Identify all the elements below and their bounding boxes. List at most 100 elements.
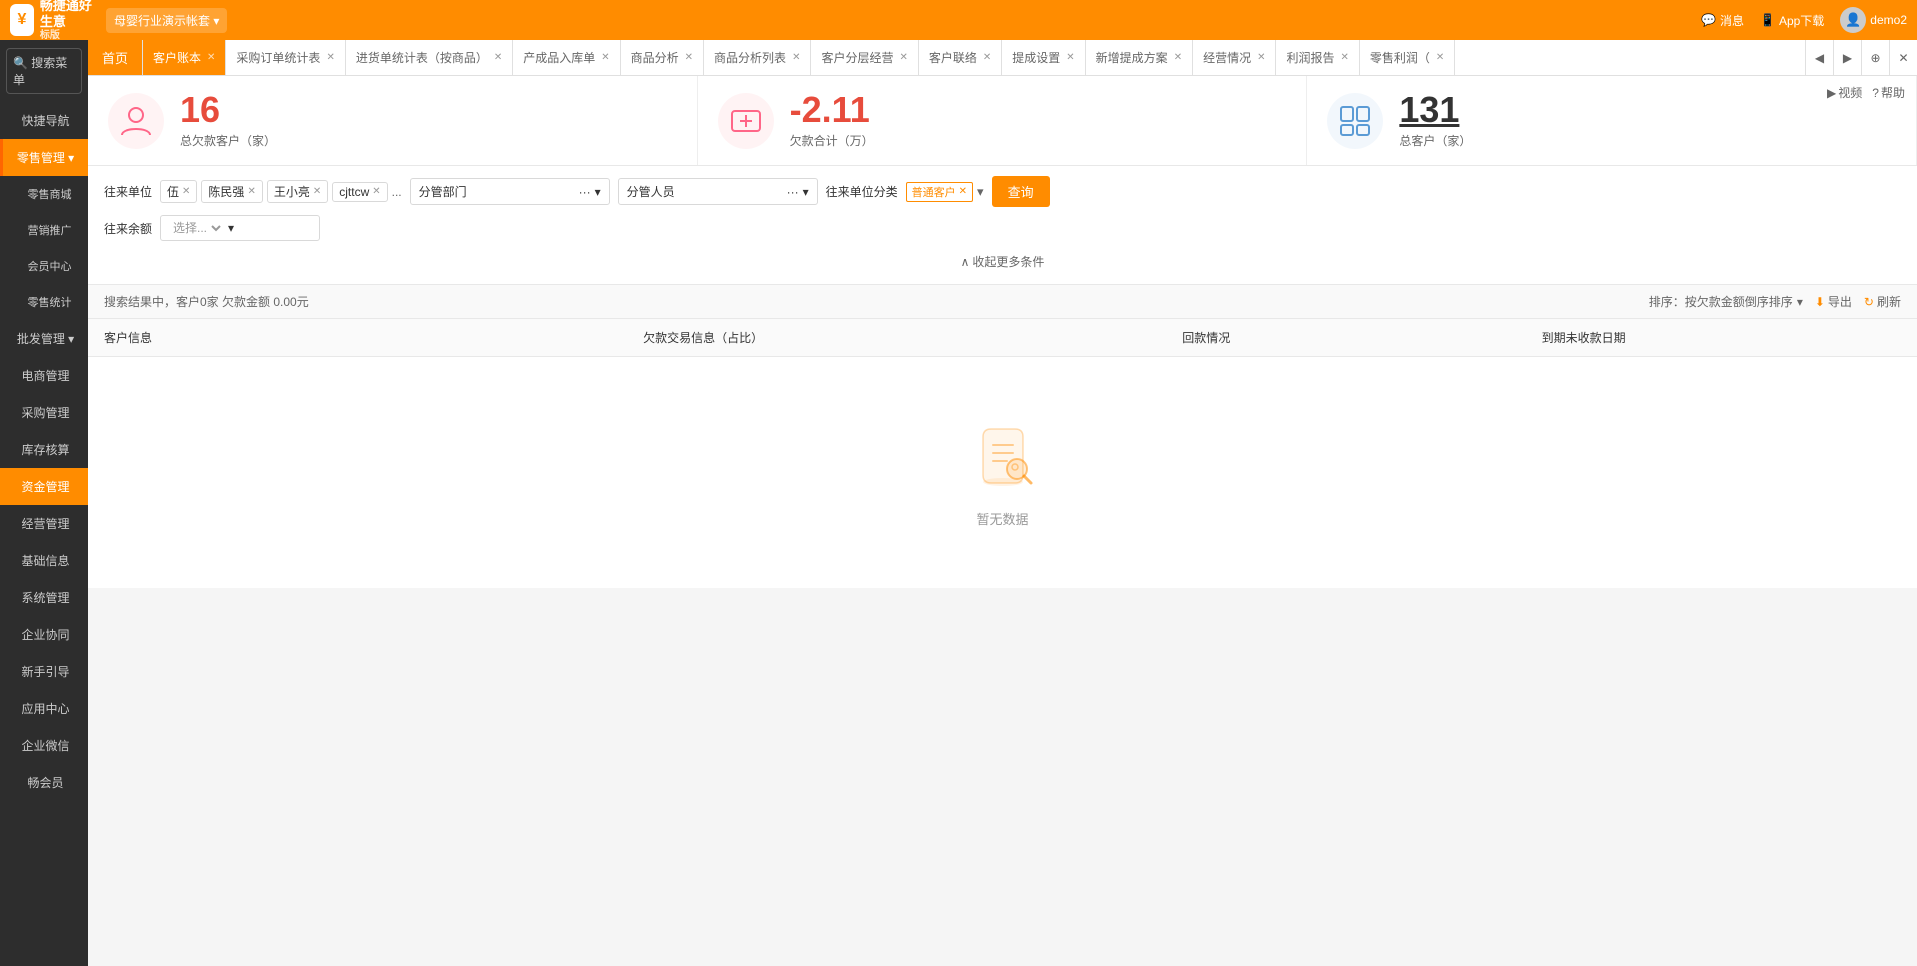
tab-close-retail-profit[interactable]: ✕ xyxy=(1436,52,1444,63)
app-title: 畅捷通好生意 xyxy=(40,0,98,30)
sidebar-item-app-center[interactable]: 应用中心 xyxy=(0,690,88,727)
sidebar-item-purchase-mgmt[interactable]: 采购管理 xyxy=(0,394,88,431)
unit-tag-wang-close[interactable]: ✕ xyxy=(313,186,321,197)
sidebar-search-btn[interactable]: 🔍 搜索菜单 xyxy=(6,48,82,94)
refresh-btn[interactable]: ↻ 刷新 xyxy=(1864,293,1901,310)
sidebar-item-system-mgmt[interactable]: 系统管理 xyxy=(0,579,88,616)
tab-stock-in-stats[interactable]: 进货单统计表（按商品） ✕ xyxy=(346,40,513,76)
sort-label: 排序：按欠款金额倒序排序 xyxy=(1649,293,1793,310)
sort-arrow-icon: ▾ xyxy=(1797,295,1803,309)
tab-close-customer-contact[interactable]: ✕ xyxy=(983,52,991,63)
sidebar-item-inventory-check[interactable]: 库存核算 xyxy=(0,431,88,468)
unit-tag-chen-close[interactable]: ✕ xyxy=(247,186,255,197)
tab-next-btn[interactable]: ▶ xyxy=(1833,40,1861,76)
tab-close-product-in[interactable]: ✕ xyxy=(601,52,609,63)
app-download-btn[interactable]: 📱 App下载 xyxy=(1760,12,1824,29)
tab-customer-contact[interactable]: 客户联络 ✕ xyxy=(919,40,1002,76)
export-btn[interactable]: ⬇ 导出 xyxy=(1815,293,1852,310)
main-layout: 🔍 搜索菜单 快捷导航 零售管理 ▾ 零售商城 营销推广 会员中心 零售统计 xyxy=(0,40,1917,966)
tab-purchase-order-stats[interactable]: 采购订单统计表 ✕ xyxy=(226,40,345,76)
total-customers-card-icon xyxy=(1327,93,1383,149)
unit-tag-cj-close[interactable]: ✕ xyxy=(372,186,380,197)
tab-close-stock-in-stats[interactable]: ✕ xyxy=(494,52,502,63)
tab-new-tip-plan[interactable]: 新增提成方案 ✕ xyxy=(1086,40,1193,76)
category-tag-normal-close[interactable]: ✕ xyxy=(959,186,967,197)
table-header: 客户信息 欠款交易信息（占比） 回款情况 到期未收款日期 xyxy=(88,319,1917,357)
sidebar-item-newbie-guide[interactable]: 新手引导 xyxy=(0,653,88,690)
sidebar-item-operations-mgmt[interactable]: 经营管理 xyxy=(0,505,88,542)
sidebar-item-basic-info[interactable]: 基础信息 xyxy=(0,542,88,579)
debtors-card-data: 16 总欠款客户（家） xyxy=(180,92,276,149)
tab-close-purchase-order-stats[interactable]: ✕ xyxy=(326,52,334,63)
collapse-btn[interactable]: ∧ 收起更多条件 xyxy=(961,253,1045,270)
person-filter[interactable]: 分管人员 ··· ▾ xyxy=(618,178,818,205)
col-debt-info: 欠款交易信息（占比） xyxy=(643,329,1182,346)
sidebar-item-vip-member[interactable]: 畅会员 xyxy=(0,764,88,801)
unit-tag-wang: 王小亮 ✕ xyxy=(267,180,328,203)
unit-more-btn[interactable]: ... xyxy=(392,185,402,199)
tab-retail-profit[interactable]: 零售利润（ ✕ xyxy=(1360,40,1455,76)
tab-close-customer-account[interactable]: ✕ xyxy=(207,52,215,63)
page-content: 16 总欠款客户（家） -2.11 xyxy=(88,76,1917,966)
results-sort[interactable]: 排序：按欠款金额倒序排序 ▾ xyxy=(1649,293,1803,310)
sidebar-item-wholesale-mgmt[interactable]: 批发管理 ▾ xyxy=(0,320,88,357)
unit-tag-wu-close[interactable]: ✕ xyxy=(182,186,190,197)
refresh-icon: ↻ xyxy=(1864,295,1874,309)
tab-prev-btn[interactable]: ◀ xyxy=(1805,40,1833,76)
sidebar-item-quick-nav[interactable]: 快捷导航 xyxy=(0,102,88,139)
total-customers-label: 总客户（家） xyxy=(1399,132,1471,149)
video-link[interactable]: ▶ 视频 xyxy=(1827,84,1862,101)
sidebar-item-retail-mgmt[interactable]: 零售管理 ▾ xyxy=(0,139,88,176)
dept-filter[interactable]: 分管部门 ··· ▾ xyxy=(410,178,610,205)
tab-close-customer-tier[interactable]: ✕ xyxy=(899,52,907,63)
debt-amount-label: 欠款合计（万） xyxy=(790,132,874,149)
tab-business-situation[interactable]: 经营情况 ✕ xyxy=(1193,40,1276,76)
tab-product-analysis[interactable]: 商品分析 ✕ xyxy=(621,40,704,76)
tab-customer-tier[interactable]: 客户分层经营 ✕ xyxy=(811,40,918,76)
tab-home[interactable]: 首页 xyxy=(88,40,143,76)
unit-tag-cj: cjttcw ✕ xyxy=(332,182,387,202)
help-link[interactable]: ? 帮助 xyxy=(1872,84,1905,101)
debtors-label: 总欠款客户（家） xyxy=(180,132,276,149)
empty-icon xyxy=(963,417,1043,497)
results-bar: 搜索结果中，客户0家 欠款金额 0.00元 排序：按欠款金额倒序排序 ▾ ⬇ 导… xyxy=(88,285,1917,319)
tab-profit-report[interactable]: 利润报告 ✕ xyxy=(1276,40,1359,76)
sidebar-item-enterprise-coop[interactable]: 企业协同 xyxy=(0,616,88,653)
message-btn[interactable]: 💬 消息 xyxy=(1701,12,1744,29)
debtors-card-icon xyxy=(108,93,164,149)
sidebar-item-enterprise-wechat[interactable]: 企业微信 xyxy=(0,727,88,764)
help-links: ▶ 视频 ? 帮助 xyxy=(1827,84,1905,101)
sidebar-item-finance-mgmt[interactable]: 资金管理 xyxy=(0,468,88,505)
category-filter-label: 往来单位分类 xyxy=(826,183,898,200)
tab-tip-settings[interactable]: 提成设置 ✕ xyxy=(1002,40,1085,76)
query-btn[interactable]: 查询 xyxy=(992,176,1050,207)
unit-tag-chen: 陈民强 ✕ xyxy=(201,180,262,203)
tab-close-tip-settings[interactable]: ✕ xyxy=(1066,52,1074,63)
tab-close-product-analysis-list[interactable]: ✕ xyxy=(792,52,800,63)
sidebar-item-retail-mall[interactable]: 零售商城 xyxy=(0,176,88,212)
filter-row-2: 往来余额 选择... ▾ xyxy=(104,215,1901,241)
tab-customer-account[interactable]: 客户账本 ✕ xyxy=(143,40,226,76)
user-menu[interactable]: 👤 demo2 xyxy=(1840,7,1907,33)
sidebar-item-ecommerce-mgmt[interactable]: 电商管理 xyxy=(0,357,88,394)
logo-area: ¥ 畅捷通好生意 标版 xyxy=(10,0,98,42)
tab-close-profit-report[interactable]: ✕ xyxy=(1341,52,1349,63)
sidebar-item-member-center[interactable]: 会员中心 xyxy=(0,248,88,284)
app-container: ¥ 畅捷通好生意 标版 母婴行业演示帐套 ▾ 💬 消息 📱 App下载 👤 xyxy=(0,0,1917,966)
balance-filter-input[interactable]: 选择... ▾ xyxy=(160,215,320,241)
tab-expand-btn[interactable]: ⊕ xyxy=(1861,40,1889,76)
tab-close-all-btn[interactable]: ✕ xyxy=(1889,40,1917,76)
sidebar-item-retail-stats[interactable]: 零售统计 xyxy=(0,284,88,320)
sidebar-item-marketing[interactable]: 营销推广 xyxy=(0,212,88,248)
balance-filter-select[interactable]: 选择... xyxy=(169,220,224,236)
debt-amount-value: -2.11 xyxy=(790,92,874,128)
store-selector[interactable]: 母婴行业演示帐套 ▾ xyxy=(106,8,227,33)
tab-close-new-tip-plan[interactable]: ✕ xyxy=(1174,52,1182,63)
category-filter-arrow[interactable]: ▾ xyxy=(977,184,984,200)
tab-product-analysis-list[interactable]: 商品分析列表 ✕ xyxy=(704,40,811,76)
top-bar-right: 💬 消息 📱 App下载 👤 demo2 xyxy=(1701,7,1907,33)
tab-product-in[interactable]: 产成品入库单 ✕ xyxy=(513,40,620,76)
tab-close-business-situation[interactable]: ✕ xyxy=(1257,52,1265,63)
col-payment-status: 回款情况 xyxy=(1182,329,1541,346)
tab-close-product-analysis[interactable]: ✕ xyxy=(685,52,693,63)
